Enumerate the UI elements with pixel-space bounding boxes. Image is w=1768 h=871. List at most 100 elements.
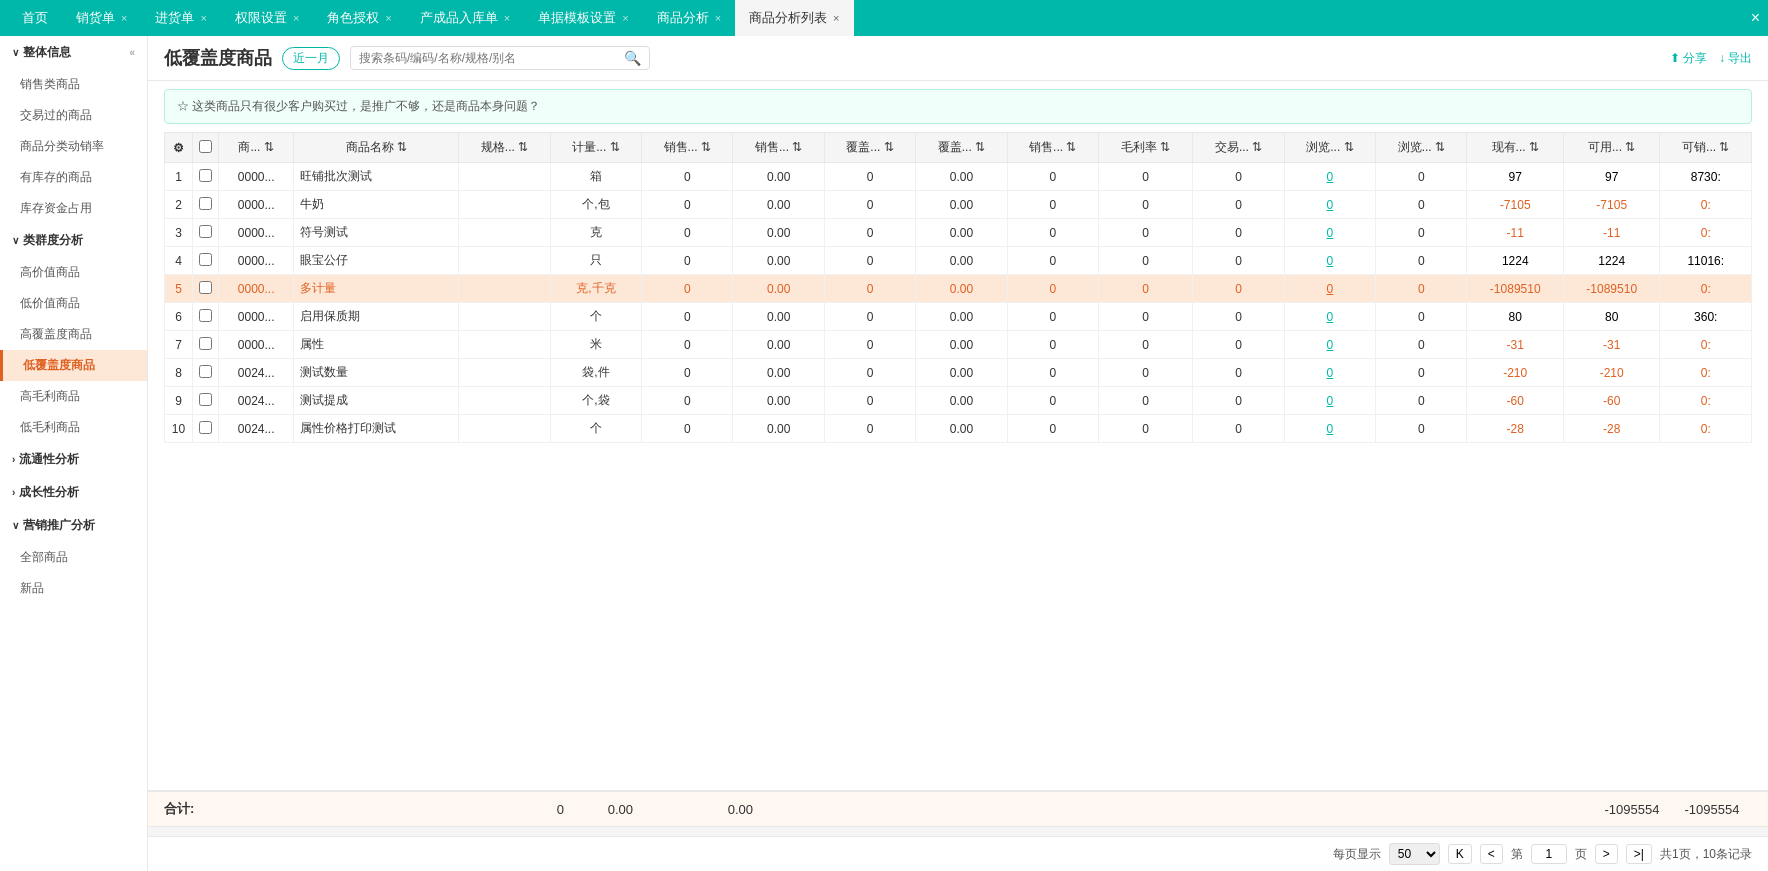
- row-checkbox[interactable]: [193, 191, 219, 219]
- row-checkbox[interactable]: [193, 415, 219, 443]
- page-size-select[interactable]: 50 20 100: [1389, 843, 1440, 865]
- row-num: 6: [165, 303, 193, 331]
- row-checkbox[interactable]: [193, 331, 219, 359]
- row-browse1[interactable]: 0: [1284, 163, 1375, 191]
- col-code[interactable]: 商... ⇅: [219, 133, 294, 163]
- nav-templates[interactable]: 单据模板设置 ×: [524, 0, 642, 36]
- col-browse2[interactable]: 浏览... ⇅: [1376, 133, 1467, 163]
- row-checkbox[interactable]: [193, 163, 219, 191]
- sidebar-section-circulation[interactable]: › 流通性分析: [0, 443, 147, 476]
- nav-permissions-close[interactable]: ×: [293, 12, 299, 24]
- sidebar-item-low-value[interactable]: 低价值商品: [0, 288, 147, 319]
- section-arrow-growth: ›: [12, 487, 15, 498]
- col-checkbox[interactable]: [193, 133, 219, 163]
- col-gross-margin[interactable]: 毛利率 ⇅: [1098, 133, 1192, 163]
- sidebar-section-overview[interactable]: ∨ 整体信息 «: [0, 36, 147, 69]
- col-available[interactable]: 可用... ⇅: [1563, 133, 1659, 163]
- prev-page-btn[interactable]: <: [1480, 844, 1503, 864]
- col-unit[interactable]: 计量... ⇅: [550, 133, 641, 163]
- share-btn[interactable]: ⬆ 分享: [1670, 50, 1707, 67]
- sidebar-item-in-stock[interactable]: 有库存的商品: [0, 162, 147, 193]
- sidebar: ∨ 整体信息 « 销售类商品 交易过的商品 商品分类动销率 有库存的商品 库存资…: [0, 36, 148, 871]
- row-checkbox[interactable]: [193, 387, 219, 415]
- row-cover1: 0: [824, 359, 915, 387]
- sidebar-item-high-margin[interactable]: 高毛利商品: [0, 381, 147, 412]
- close-all-btn[interactable]: ×: [1751, 9, 1760, 27]
- row-checkbox[interactable]: [193, 359, 219, 387]
- nav-product-analysis-close[interactable]: ×: [715, 12, 721, 24]
- nav-product-analysis-list-close[interactable]: ×: [833, 12, 839, 24]
- sidebar-item-high-coverage[interactable]: 高覆盖度商品: [0, 319, 147, 350]
- row-gross-margin: 0: [1098, 163, 1192, 191]
- col-sale-amt[interactable]: 销售... ⇅: [733, 133, 824, 163]
- nav-permissions[interactable]: 权限设置 ×: [221, 0, 313, 36]
- last-page-btn[interactable]: >|: [1626, 844, 1652, 864]
- search-input[interactable]: [359, 51, 624, 65]
- nav-product-analysis[interactable]: 商品分析 ×: [643, 0, 735, 36]
- col-browse1[interactable]: 浏览... ⇅: [1284, 133, 1375, 163]
- nav-roles[interactable]: 角色授权 ×: [313, 0, 405, 36]
- row-checkbox[interactable]: [193, 303, 219, 331]
- col-saleable[interactable]: 可销... ⇅: [1660, 133, 1752, 163]
- col-sale3[interactable]: 销售... ⇅: [1007, 133, 1098, 163]
- row-cover1: 0: [824, 275, 915, 303]
- sidebar-section-marketing[interactable]: ∨ 营销推广分析: [0, 509, 147, 542]
- nav-roles-close[interactable]: ×: [385, 12, 391, 24]
- export-btn[interactable]: ↓ 导出: [1719, 50, 1752, 67]
- nav-purchase-close[interactable]: ×: [200, 12, 206, 24]
- row-checkbox[interactable]: [193, 247, 219, 275]
- sidebar-item-stock-capital[interactable]: 库存资金占用: [0, 193, 147, 224]
- row-browse1[interactable]: 0: [1284, 387, 1375, 415]
- col-current-stock[interactable]: 现有... ⇅: [1467, 133, 1563, 163]
- row-checkbox[interactable]: [193, 275, 219, 303]
- row-gross-margin: 0: [1098, 359, 1192, 387]
- row-browse1[interactable]: 0: [1284, 415, 1375, 443]
- row-sale-qty: 0: [642, 387, 733, 415]
- row-browse1[interactable]: 0: [1284, 219, 1375, 247]
- sidebar-section-growth[interactable]: › 成长性分析: [0, 476, 147, 509]
- nav-inbound-close[interactable]: ×: [504, 12, 510, 24]
- nav-home[interactable]: 首页: [8, 0, 62, 36]
- row-sale-qty: 0: [642, 163, 733, 191]
- col-cover1[interactable]: 覆盖... ⇅: [824, 133, 915, 163]
- h-scrollbar[interactable]: [148, 826, 1768, 836]
- section-arrow-marketing: ∨: [12, 520, 19, 531]
- sidebar-item-category-rate[interactable]: 商品分类动销率: [0, 131, 147, 162]
- nav-product-analysis-list[interactable]: 商品分析列表 ×: [735, 0, 853, 36]
- sidebar-section-cluster[interactable]: ∨ 类群度分析: [0, 224, 147, 257]
- row-browse1[interactable]: 0: [1284, 275, 1375, 303]
- col-cover2[interactable]: 覆盖... ⇅: [916, 133, 1007, 163]
- filter-recent-month-btn[interactable]: 近一月: [282, 47, 340, 70]
- sidebar-item-new-products[interactable]: 新品: [0, 573, 147, 604]
- row-browse1[interactable]: 0: [1284, 359, 1375, 387]
- sidebar-item-all-products[interactable]: 全部商品: [0, 542, 147, 573]
- row-trade: 0: [1193, 303, 1284, 331]
- nav-sales[interactable]: 销货单 ×: [62, 0, 141, 36]
- row-browse1[interactable]: 0: [1284, 191, 1375, 219]
- col-trade[interactable]: 交易... ⇅: [1193, 133, 1284, 163]
- nav-sales-close[interactable]: ×: [121, 12, 127, 24]
- sidebar-item-high-value[interactable]: 高价值商品: [0, 257, 147, 288]
- nav-templates-close[interactable]: ×: [622, 12, 628, 24]
- row-browse1[interactable]: 0: [1284, 247, 1375, 275]
- row-num: 5: [165, 275, 193, 303]
- row-checkbox[interactable]: [193, 219, 219, 247]
- next-page-btn[interactable]: >: [1595, 844, 1618, 864]
- sidebar-item-low-margin[interactable]: 低毛利商品: [0, 412, 147, 443]
- select-all-checkbox[interactable]: [199, 140, 212, 153]
- sidebar-collapse-icon[interactable]: «: [129, 47, 135, 58]
- col-name[interactable]: 商品名称 ⇅: [294, 133, 459, 163]
- col-settings[interactable]: ⚙: [165, 133, 193, 163]
- sidebar-item-low-coverage[interactable]: 低覆盖度商品: [0, 350, 147, 381]
- nav-inbound[interactable]: 产成品入库单 ×: [406, 0, 524, 36]
- nav-purchase[interactable]: 进货单 ×: [141, 0, 220, 36]
- page-number-input[interactable]: [1531, 844, 1567, 864]
- col-sale-qty[interactable]: 销售... ⇅: [642, 133, 733, 163]
- row-browse1[interactable]: 0: [1284, 331, 1375, 359]
- search-icon[interactable]: 🔍: [624, 50, 641, 66]
- sidebar-item-sales-products[interactable]: 销售类商品: [0, 69, 147, 100]
- col-spec[interactable]: 规格... ⇅: [459, 133, 550, 163]
- first-page-btn[interactable]: K: [1448, 844, 1472, 864]
- sidebar-item-traded-products[interactable]: 交易过的商品: [0, 100, 147, 131]
- row-browse1[interactable]: 0: [1284, 303, 1375, 331]
